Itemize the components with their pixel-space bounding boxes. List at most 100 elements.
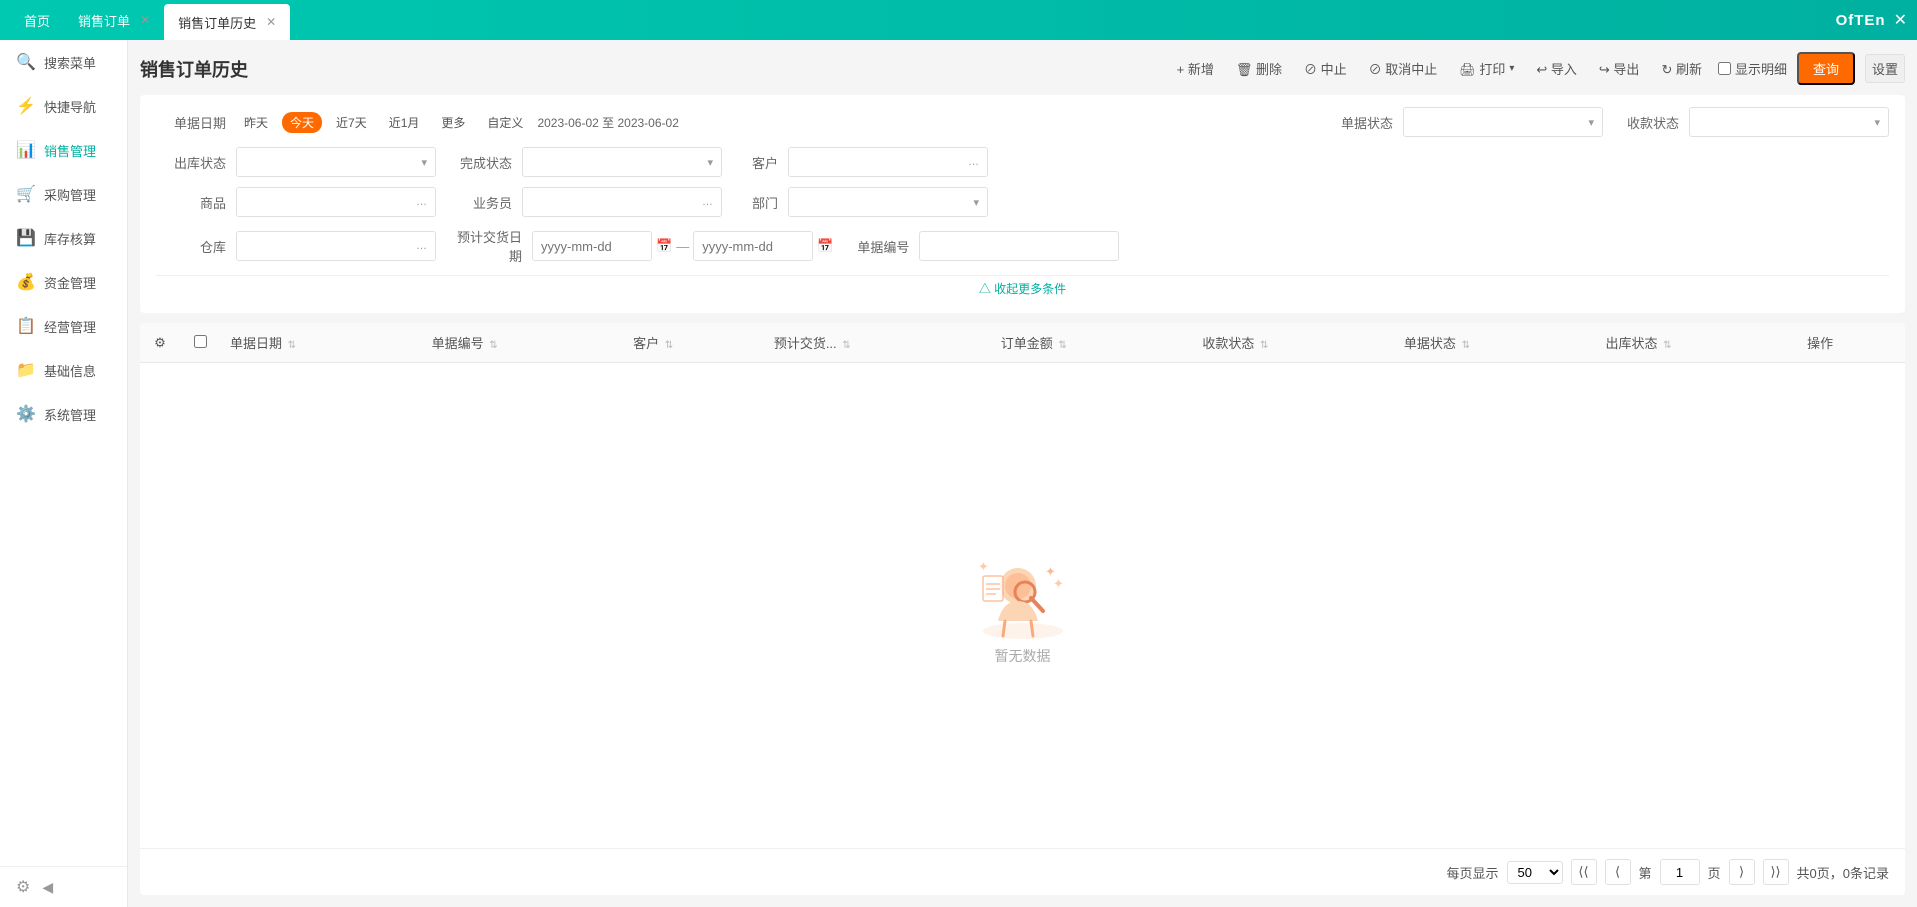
date-filter-area: 昨天 今天 近7天 近1月 更多 自定义 2023-06-02 至 2023-0… (236, 112, 679, 133)
svg-text:✦: ✦ (1053, 576, 1064, 591)
inventory-icon: 💾 (16, 228, 36, 248)
out-status-select[interactable]: ▾ (236, 147, 436, 177)
tab-sales-order-history[interactable]: 销售订单历史 ✕ (164, 4, 290, 40)
sidebar-settings-icon[interactable]: ⚙ (16, 877, 30, 897)
select-all-checkbox[interactable] (194, 335, 207, 348)
date-chip-more[interactable]: 更多 (433, 112, 473, 133)
sidebar-item-quick-nav[interactable]: ⚡ 快捷导航 (0, 84, 127, 128)
th-settings[interactable]: ⚙ (140, 323, 180, 363)
page-number-input[interactable] (1660, 859, 1700, 885)
th-expected-date[interactable]: 预计交货... ⇅ (764, 323, 991, 363)
last-page-btn[interactable]: ⟩⟩ (1763, 859, 1789, 885)
tab-sales-order-close[interactable]: ✕ (140, 13, 150, 27)
new-button[interactable]: + 新增 (1171, 55, 1220, 82)
per-page-select[interactable]: 50 10 20 100 (1507, 861, 1563, 884)
sidebar-item-basic-info[interactable]: 📁 基础信息 (0, 348, 127, 392)
print-button[interactable]: 🖨 打印 ▾ (1453, 55, 1520, 82)
th-number-label: 单据编号 (432, 336, 484, 351)
th-doc-status[interactable]: 单据状态 ⇅ (1394, 323, 1596, 363)
import-button[interactable]: ↩ 导入 (1530, 55, 1583, 82)
sidebar-item-purchase-mgmt[interactable]: 🛒 采购管理 (0, 172, 127, 216)
query-button[interactable]: 查询 (1797, 52, 1855, 85)
salesperson-dotdot-icon: … (702, 196, 713, 208)
date-chip-7days[interactable]: 近7天 (328, 112, 375, 133)
doc-number-input[interactable] (919, 231, 1119, 261)
expected-date-end[interactable] (693, 231, 813, 261)
filter-row-3: 商品 … 业务员 … 部门 ▾ (156, 187, 1889, 217)
th-amount[interactable]: 订单金额 ⇅ (991, 323, 1193, 363)
th-customer[interactable]: 客户 ⇅ (623, 323, 764, 363)
purchase-mgmt-icon: 🛒 (16, 184, 36, 204)
date-range-text: 2023-06-02 至 2023-06-02 (537, 114, 678, 131)
th-customer-label: 客户 (633, 336, 659, 351)
customer-field: … (788, 147, 1889, 177)
table-scroll: ⚙ 单据日期 ⇅ 单据编号 ⇅ (140, 323, 1905, 848)
sidebar-label-purchase-mgmt: 采购管理 (44, 185, 96, 204)
date-chip-today[interactable]: 今天 (282, 112, 322, 133)
th-expected-date-label: 预计交货... (774, 336, 837, 351)
sidebar-item-sales-mgmt[interactable]: 📊 销售管理 (0, 128, 127, 172)
first-page-btn[interactable]: ⟨⟨ (1571, 859, 1597, 885)
prev-page-btn[interactable]: ⟨ (1605, 859, 1631, 885)
topbar-close-icon[interactable]: ✕ (1894, 10, 1907, 30)
sidebar-item-system-mgmt[interactable]: ⚙️ 系统管理 (0, 392, 127, 436)
sidebar-item-search-menu[interactable]: 🔍 搜索菜单 (0, 40, 127, 84)
complete-status-select[interactable]: ▾ (522, 147, 722, 177)
warehouse-select[interactable]: … (236, 231, 436, 261)
th-checkbox[interactable] (180, 323, 220, 363)
doc-status-select[interactable]: ▾ (1403, 107, 1603, 137)
next-page-btn[interactable]: ⟩ (1729, 859, 1755, 885)
sidebar-item-inventory[interactable]: 💾 库存核算 (0, 216, 127, 260)
tab-sales-order-history-close[interactable]: ✕ (266, 15, 276, 29)
expected-date-start[interactable] (532, 231, 652, 261)
total-label: 共0页，0条记录 (1797, 863, 1889, 882)
svg-text:✦: ✦ (978, 559, 989, 574)
salesperson-label: 业务员 (452, 193, 522, 212)
th-doc-status-label: 单据状态 (1404, 336, 1456, 351)
filter-row-4: 仓库 … 预计交货日期 📅 — 📅 单据编号 (156, 227, 1889, 265)
cancel-stop-button[interactable]: ⊘ 取消中止 (1363, 55, 1444, 82)
sidebar-item-operations[interactable]: 📋 经营管理 (0, 304, 127, 348)
sidebar-item-finance[interactable]: 💰 资金管理 (0, 260, 127, 304)
product-select[interactable]: … (236, 187, 436, 217)
show-detail-checkbox[interactable] (1718, 62, 1731, 75)
show-detail-checkbox-label[interactable]: 显示明细 (1718, 59, 1787, 78)
stop-button[interactable]: ⊘ 中止 (1298, 55, 1353, 82)
th-out-status-label: 出库状态 (1606, 336, 1658, 351)
calendar-start-icon[interactable]: 📅 (656, 238, 672, 254)
th-payment-status[interactable]: 收款状态 ⇅ (1192, 323, 1394, 363)
date-chip-1month[interactable]: 近1月 (381, 112, 428, 133)
expected-date-range: 📅 — 📅 (532, 231, 833, 261)
show-detail-label: 显示明细 (1735, 59, 1787, 78)
finance-icon: 💰 (16, 272, 36, 292)
department-select[interactable]: ▾ (788, 187, 988, 217)
print-dropdown-icon: ▾ (1509, 63, 1514, 74)
customer-select[interactable]: … (788, 147, 988, 177)
date-chip-custom[interactable]: 自定义 (479, 112, 531, 133)
export-button[interactable]: ↪ 导出 (1593, 55, 1646, 82)
date-label: 单据日期 (156, 113, 236, 132)
delete-button[interactable]: 🗑 删除 (1230, 55, 1288, 82)
table-settings-icon[interactable]: ⚙ (154, 335, 166, 350)
th-number[interactable]: 单据编号 ⇅ (422, 323, 624, 363)
collapse-bar[interactable]: △ 收起更多条件 (156, 275, 1889, 301)
date-chip-yesterday[interactable]: 昨天 (236, 112, 276, 133)
refresh-button[interactable]: ↻ 刷新 (1655, 55, 1708, 82)
th-amount-sort-icon: ⇅ (1058, 340, 1066, 351)
sidebar-collapse-icon[interactable]: ◀ (42, 879, 53, 896)
warehouse-dotdot-icon: … (416, 240, 427, 252)
salesperson-select[interactable]: … (522, 187, 722, 217)
payment-status-label: 收款状态 (1619, 113, 1689, 132)
tab-sales-order[interactable]: 销售订单 ✕ (64, 0, 164, 40)
out-status-label: 出库状态 (156, 153, 236, 172)
th-date[interactable]: 单据日期 ⇅ (220, 323, 422, 363)
payment-status-select[interactable]: ▾ (1689, 107, 1889, 137)
filter-panel: 单据日期 昨天 今天 近7天 近1月 更多 自定义 2023-06-02 至 2… (140, 95, 1905, 313)
settings-button[interactable]: 设置 (1865, 54, 1905, 83)
tab-home-label: 首页 (24, 11, 50, 30)
th-payment-status-label: 收款状态 (1202, 336, 1254, 351)
th-out-status[interactable]: 出库状态 ⇅ (1596, 323, 1798, 363)
empty-text: 暂无数据 (995, 646, 1051, 666)
tab-home[interactable]: 首页 (10, 0, 64, 40)
calendar-end-icon[interactable]: 📅 (817, 238, 833, 254)
